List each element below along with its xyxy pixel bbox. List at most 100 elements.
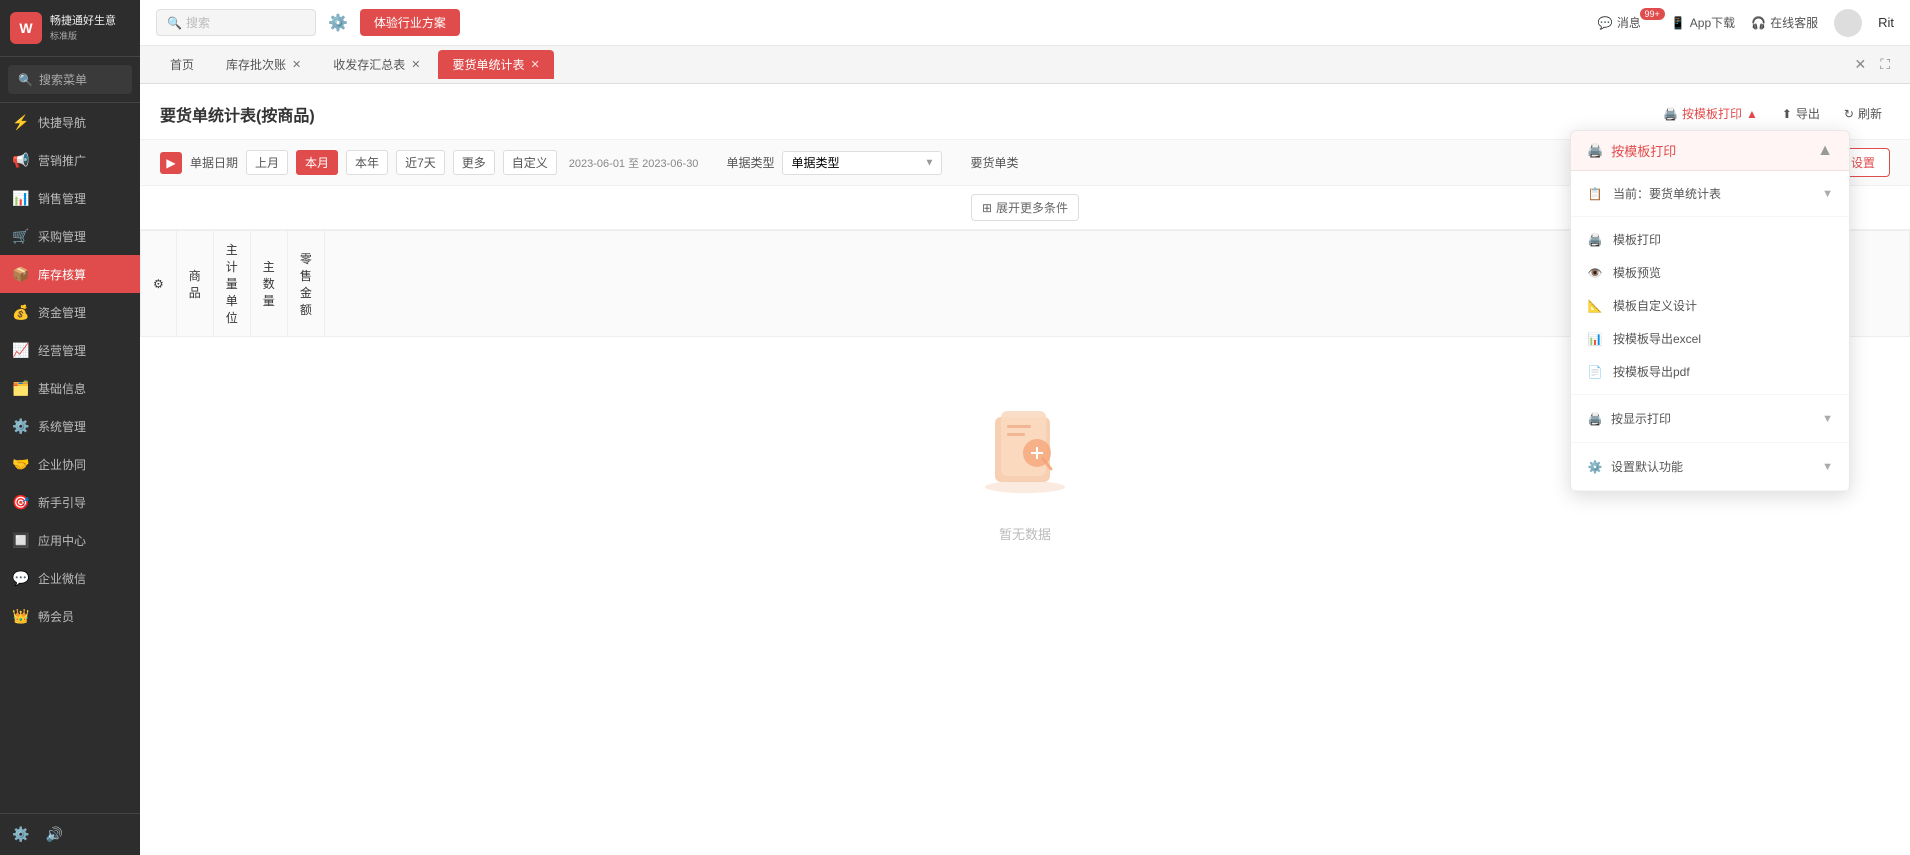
export-button[interactable]: ⬆ 导出	[1774, 100, 1828, 127]
marketing-icon: 📢	[12, 151, 30, 169]
message-item[interactable]: 💬 消息 99+	[1598, 14, 1655, 31]
dropdown-header: 🖨️ 按模板打印 ▲	[1571, 131, 1849, 171]
online-service-label: 在线客服	[1770, 14, 1818, 31]
app-download-label: App下载	[1690, 14, 1735, 31]
col-unit: 主计量单位	[213, 231, 250, 337]
sidebar-item-label: 新手引导	[38, 494, 86, 511]
tab-order-summary[interactable]: 要货单统计表 ✕	[438, 50, 553, 79]
topbar-gear-icon[interactable]: ⚙️	[328, 13, 348, 33]
sidebar-item-inventory[interactable]: 📦 库存核算	[0, 255, 140, 293]
dropdown-display-section: 🖨️ 按显示打印 ▼	[1571, 395, 1849, 443]
dropdown-title-text: 按模板打印	[1611, 141, 1676, 160]
tab-home[interactable]: 首页	[156, 50, 208, 79]
sidebar-item-marketing[interactable]: 📢 营销推广	[0, 141, 140, 179]
print-template-button[interactable]: 🖨️ 按模板打印 ▲	[1655, 100, 1766, 127]
sidebar-item-label: 基础信息	[38, 380, 86, 397]
refresh-label: 刷新	[1858, 105, 1882, 122]
sidebar-item-purchase[interactable]: 🛒 采购管理	[0, 217, 140, 255]
tab-close-button[interactable]: ✕	[1850, 54, 1870, 75]
page-header-actions: 🖨️ 按模板打印 ▲ ⬆ 导出 ↻ 刷新	[1655, 100, 1890, 127]
date-label: 单据日期	[190, 154, 238, 171]
tab-receipt-summary-close[interactable]: ✕	[411, 58, 420, 71]
sidebar-item-guide[interactable]: 🎯 新手引导	[0, 483, 140, 521]
sidebar-item-apps[interactable]: 🔲 应用中心	[0, 521, 140, 559]
sidebar-item-label: 经营管理	[38, 342, 86, 359]
tab-receipt-summary[interactable]: 收发存汇总表 ✕	[319, 50, 434, 79]
main-area: 🔍 搜索 ⚙️ 体验行业方案 💬 消息 99+ 📱 App下载 🎧 在线客服 R…	[140, 0, 1910, 855]
refresh-button[interactable]: ↻ 刷新	[1836, 100, 1890, 127]
quick-nav-icon: ⚡	[12, 113, 30, 131]
date-7days[interactable]: 近7天	[396, 150, 445, 175]
sidebar-bottom: ⚙️ 🔊	[0, 813, 140, 855]
online-service-icon: 🎧	[1751, 16, 1766, 30]
col-amount: 零售金额	[287, 231, 324, 337]
search-menu-button[interactable]: 🔍 搜索菜单	[8, 65, 132, 94]
operation-icon: 📈	[12, 341, 30, 359]
sidebar-item-member[interactable]: 👑 畅会员	[0, 597, 140, 635]
type-select[interactable]: 单据类型	[782, 151, 942, 175]
current-template-item[interactable]: 📋 当前：要货单统计表 ▼	[1571, 177, 1849, 210]
sidebar-item-basic[interactable]: 🗂️ 基础信息	[0, 369, 140, 407]
online-service-item[interactable]: 🎧 在线客服	[1751, 14, 1818, 31]
topbar-search-area: 🔍 搜索	[156, 9, 316, 36]
tab-batch-account[interactable]: 库存批次账 ✕	[212, 50, 315, 79]
sidebar-item-label: 销售管理	[38, 190, 86, 207]
dropdown-close-button[interactable]: ▲	[1817, 142, 1833, 160]
date-last-month[interactable]: 上月	[246, 150, 288, 175]
default-func-arrow: ▼	[1822, 461, 1833, 473]
printer-icon: 🖨️	[1663, 107, 1678, 121]
tab-batch-account-close[interactable]: ✕	[292, 58, 301, 71]
tab-order-summary-label: 要货单统计表	[452, 56, 524, 73]
export-pdf-item[interactable]: 📄 按模板导出pdf	[1571, 355, 1849, 388]
basic-icon: 🗂️	[12, 379, 30, 397]
date-this-year[interactable]: 本年	[346, 150, 388, 175]
template-preview-item[interactable]: 👁️ 模板预览	[1571, 256, 1849, 289]
sidebar-item-label: 采购管理	[38, 228, 86, 245]
topbar-right: 💬 消息 99+ 📱 App下载 🎧 在线客服 Rit	[1598, 9, 1894, 37]
avatar[interactable]	[1834, 9, 1862, 37]
industry-solution-button[interactable]: 体验行业方案	[360, 9, 460, 36]
sidebar-item-wechat[interactable]: 💬 企业微信	[0, 559, 140, 597]
app-name: 畅捷通好生意	[50, 14, 116, 29]
sidebar-item-label: 应用中心	[38, 532, 86, 549]
export-pdf-icon: 📄	[1587, 364, 1603, 380]
type-select-wrapper: 单据类型 ▼	[782, 151, 942, 175]
page-title: 要货单统计表(按商品)	[160, 102, 315, 126]
date-more[interactable]: 更多	[453, 150, 495, 175]
search-menu-label: 搜索菜单	[39, 71, 87, 88]
template-design-item[interactable]: 📐 模板自定义设计	[1571, 289, 1849, 322]
dropdown-items-section: 🖨️ 模板打印 👁️ 模板预览 📐 模板自定义设计 📊 按模板导出excel 📄	[1571, 217, 1849, 395]
app-download-item[interactable]: 📱 App下载	[1671, 14, 1735, 31]
export-excel-item[interactable]: 📊 按模板导出excel	[1571, 322, 1849, 355]
sidebar-item-quick-nav[interactable]: ⚡ 快捷导航	[0, 103, 140, 141]
display-print-item[interactable]: 🖨️ 按显示打印 ▼	[1571, 401, 1849, 436]
date-custom[interactable]: 自定义	[503, 150, 557, 175]
display-print-content: 🖨️ 按显示打印	[1587, 410, 1671, 427]
sidebar-item-label: 企业微信	[38, 570, 86, 587]
sidebar-item-finance[interactable]: 💰 资金管理	[0, 293, 140, 331]
template-print-item[interactable]: 🖨️ 模板打印	[1571, 223, 1849, 256]
guide-icon: 🎯	[12, 493, 30, 511]
date-range: 2023-06-01 至 2023-06-30	[569, 155, 699, 171]
tab-order-summary-close[interactable]: ✕	[531, 58, 540, 71]
filter-expand-arrow[interactable]: ▶	[160, 152, 182, 174]
template-print-icon: 🖨️	[1587, 232, 1603, 248]
sidebar-item-sales[interactable]: 📊 销售管理	[0, 179, 140, 217]
tab-maximize-button[interactable]: ⛶	[1876, 54, 1894, 75]
chevron-up-icon: ▲	[1746, 107, 1758, 121]
expand-more-button[interactable]: ⊞ 展开更多条件	[971, 194, 1079, 221]
expand-label: 展开更多条件	[996, 199, 1068, 216]
default-func-label: 设置默认功能	[1611, 458, 1683, 475]
default-func-item[interactable]: ⚙️ 设置默认功能 ▼	[1571, 449, 1849, 484]
sidebar-item-collab[interactable]: 🤝 企业协同	[0, 445, 140, 483]
sidebar-item-system[interactable]: ⚙️ 系统管理	[0, 407, 140, 445]
sidebar-item-label: 畅会员	[38, 608, 74, 625]
sidebar-speaker-button[interactable]: 🔊	[41, 822, 66, 847]
purchase-icon: 🛒	[12, 227, 30, 245]
member-icon: 👑	[12, 607, 30, 625]
logo-text: 畅捷通好生意 标准版	[50, 14, 116, 42]
sidebar-item-operation[interactable]: 📈 经营管理	[0, 331, 140, 369]
date-this-month[interactable]: 本月	[296, 150, 338, 175]
sidebar-settings-button[interactable]: ⚙️	[8, 822, 33, 847]
col-settings[interactable]: ⚙	[141, 231, 177, 337]
